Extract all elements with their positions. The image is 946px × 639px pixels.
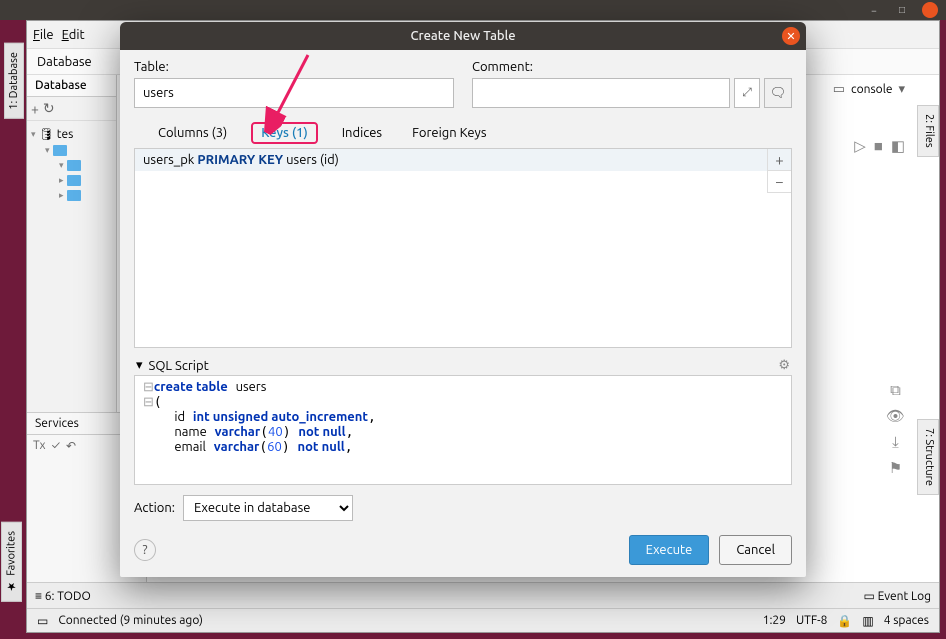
menu-edit[interactable]: Edit xyxy=(62,28,85,42)
close-icon[interactable]: ✕ xyxy=(782,27,800,45)
toolbar-eye-icon[interactable]: 👁 xyxy=(886,407,905,425)
create-table-modal: Create New Table ✕ Table: Comment: ⤢ 🗨 C… xyxy=(120,22,806,577)
add-key-icon[interactable]: + xyxy=(767,149,791,171)
modal-title: Create New Table xyxy=(410,29,515,43)
status-caret-pos: 1:29 xyxy=(763,614,786,627)
bottom-tab-todo[interactable]: ≡ 6: TODO xyxy=(35,589,91,603)
toolbar-copy-icon[interactable]: ⧉ xyxy=(890,381,901,399)
console-label[interactable]: console xyxy=(851,83,892,96)
modal-tabs: Columns (3) Keys (1) Indices Foreign Key… xyxy=(134,116,792,148)
sql-script-label: SQL Script xyxy=(149,359,209,373)
execute-button[interactable]: Execute xyxy=(629,535,710,565)
help-icon[interactable]: ? xyxy=(134,539,156,561)
statusbar: ▭ Connected (9 minutes ago) 1:29 UTF-8 🔒… xyxy=(27,608,939,632)
db-add-icon[interactable]: + xyxy=(31,101,39,117)
comment-label: Comment: xyxy=(472,60,792,74)
services-rollback-icon[interactable]: ↶ xyxy=(66,439,76,453)
services-tx-label: Tx xyxy=(33,439,46,453)
database-panel-toolbar: + ↻ xyxy=(27,97,116,121)
status-mem-icon[interactable]: ▥ xyxy=(862,614,873,628)
tab-indices[interactable]: Indices xyxy=(336,122,388,144)
left-tab-favorites[interactable]: ★Favorites xyxy=(1,522,22,602)
comment-input[interactable] xyxy=(472,78,730,108)
tab-keys[interactable]: Keys (1) xyxy=(251,122,318,144)
gear-icon[interactable]: ⚙ xyxy=(778,358,790,373)
sql-collapse-icon[interactable]: ▾ xyxy=(136,358,143,373)
remove-key-icon[interactable]: − xyxy=(767,171,791,193)
os-titlebar: − □ xyxy=(0,0,946,20)
toolbar-stop-icon[interactable]: ■ xyxy=(874,137,883,155)
right-tab-files[interactable]: 2: Files xyxy=(917,105,939,157)
tab-columns[interactable]: Columns (3) xyxy=(152,122,233,144)
status-indent[interactable]: 4 spaces xyxy=(884,614,929,627)
window-minimize-icon[interactable]: − xyxy=(866,2,882,18)
services-commit-icon[interactable]: ✓ xyxy=(52,439,60,453)
status-encoding[interactable]: UTF-8 xyxy=(796,614,827,627)
status-connection-icon: ▭ xyxy=(37,614,48,628)
key-type: PRIMARY KEY xyxy=(197,153,283,167)
comment-bubble-icon[interactable]: 🗨 xyxy=(764,78,792,108)
left-tab-database[interactable]: 1: Database xyxy=(4,43,24,119)
tab-foreign-keys[interactable]: Foreign Keys xyxy=(406,122,492,144)
bottom-tab-event-log[interactable]: ▭ Event Log xyxy=(864,589,931,603)
expand-icon[interactable]: ⤢ xyxy=(734,78,760,108)
status-lock-icon[interactable]: 🔒 xyxy=(837,614,852,628)
database-tree[interactable]: ▾🛢tes ▾ ▾ ▸ ▸ xyxy=(27,121,116,207)
bottom-tool-tabs: ≡ 6: TODO ▭ Event Log xyxy=(27,582,939,608)
keys-list[interactable]: users_pk PRIMARY KEY users (id) + − xyxy=(134,148,792,348)
modal-titlebar: Create New Table ✕ xyxy=(120,22,806,50)
database-panel-title: Database xyxy=(27,75,116,97)
toolbar-view-icon[interactable]: ◧ xyxy=(891,137,905,155)
console-icon[interactable]: ▭ xyxy=(833,82,845,97)
action-label: Action: xyxy=(134,501,175,515)
menu-file[interactable]: File xyxy=(33,28,54,42)
right-tab-structure[interactable]: 7: Structure xyxy=(917,419,939,495)
table-label: Table: xyxy=(134,60,454,74)
toolbar-pin-icon[interactable]: ⚑ xyxy=(889,459,902,477)
window-maximize-icon[interactable]: □ xyxy=(894,2,910,18)
window-close-icon[interactable] xyxy=(922,2,938,18)
status-connected: Connected (9 minutes ago) xyxy=(58,614,203,627)
toolbar-run-icon[interactable]: ▷ xyxy=(854,137,866,155)
toolbar-download-icon[interactable]: ⤓ xyxy=(892,433,899,451)
table-name-input[interactable] xyxy=(134,78,454,108)
sql-script-editor[interactable]: ⊟create table users ⊟( id int unsigned a… xyxy=(134,375,792,485)
db-refresh-icon[interactable]: ↻ xyxy=(43,100,55,117)
console-dropdown-icon[interactable]: ▾ xyxy=(898,82,905,97)
action-select[interactable]: Execute in database xyxy=(183,495,353,521)
key-name: users_pk xyxy=(143,153,194,167)
cancel-button[interactable]: Cancel xyxy=(719,535,792,565)
key-row[interactable]: users_pk PRIMARY KEY users (id) xyxy=(135,149,791,171)
key-ref: users (id) xyxy=(286,153,339,167)
